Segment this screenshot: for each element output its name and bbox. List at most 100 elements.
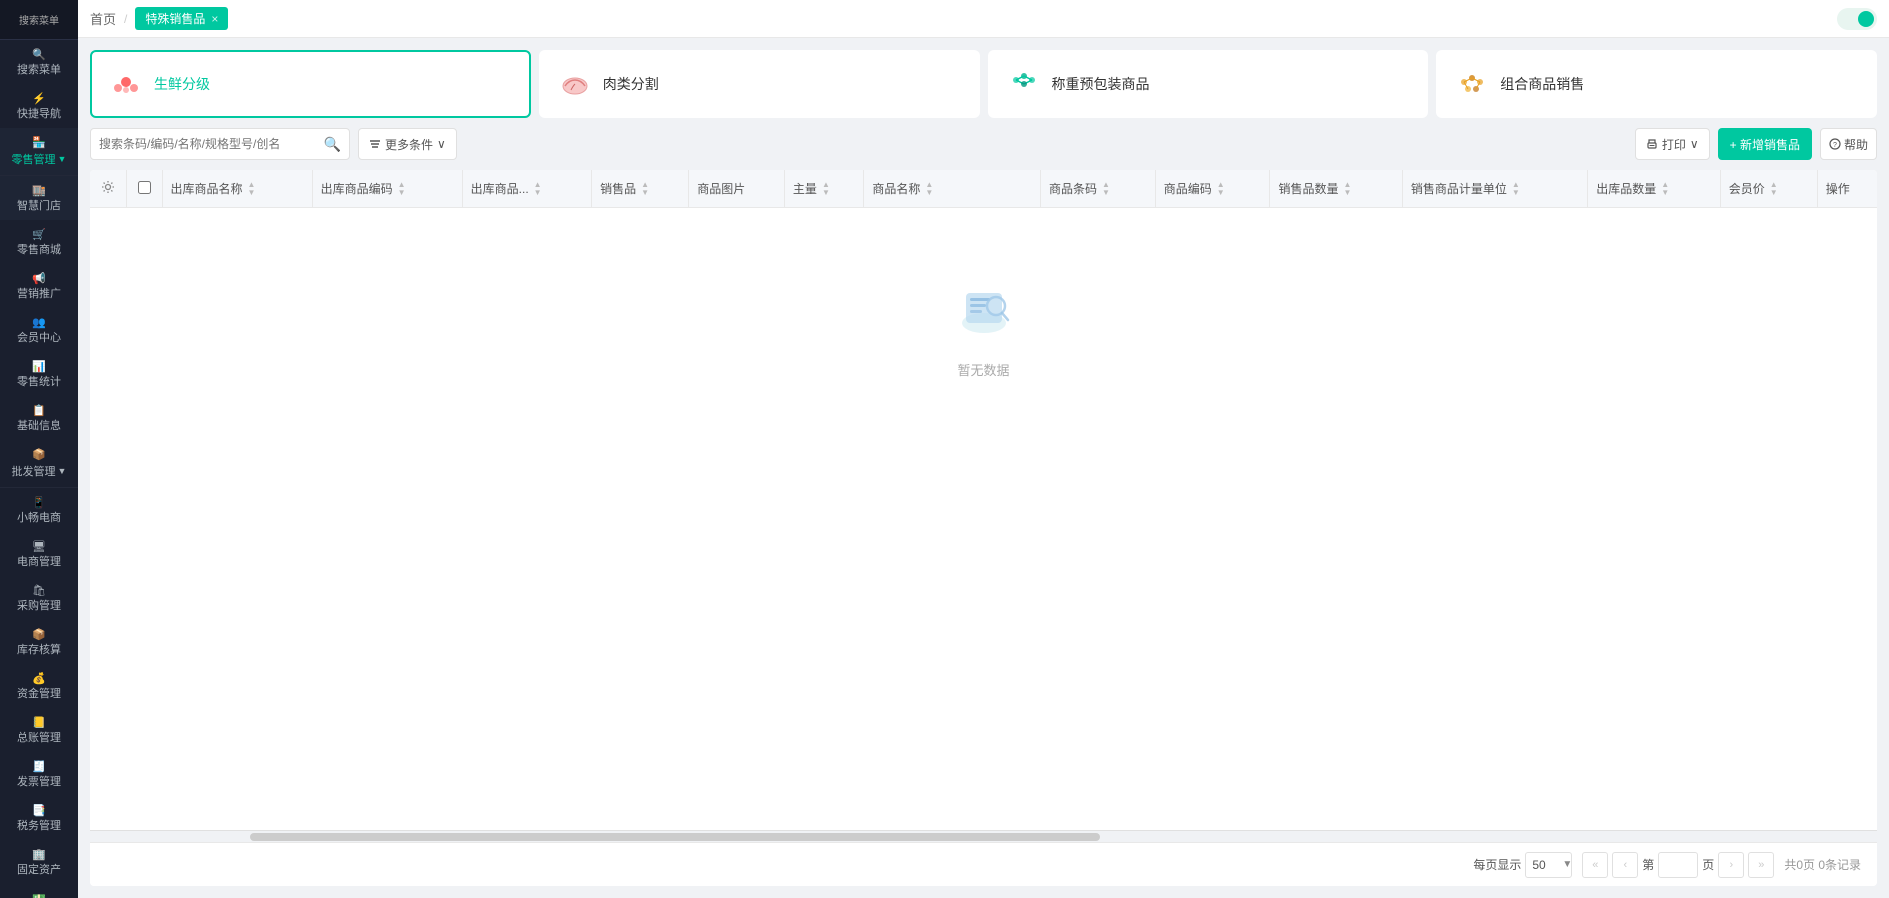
sidebar-item-inventory[interactable]: 📦 库存核算 [0, 620, 78, 664]
sidebar-item-finance[interactable]: 💰 资金管理 [0, 664, 78, 708]
active-tab-badge[interactable]: 特殊销售品 × [135, 7, 228, 30]
first-page-button[interactable]: « [1582, 852, 1608, 878]
tab-weight-package-label: 称重预包装商品 [1052, 74, 1150, 94]
sidebar-item-basic-info[interactable]: 📋 基础信息 [0, 396, 78, 440]
sidebar-item-wholesale-mgmt-label: 批发管理▼ [12, 463, 67, 479]
per-page-dropdown[interactable]: 20 50 100 [1525, 852, 1572, 878]
sidebar-item-retail-mgmt[interactable]: 🏪 零售管理▼ [0, 128, 78, 176]
table-wrapper: 出库商品名称 ▲▼ 出库商品编码 ▲▼ [90, 170, 1877, 886]
th-product-name[interactable]: 商品名称 ▲▼ [864, 170, 1041, 208]
sidebar-item-quick-nav[interactable]: ⚡ 快捷导航 [0, 84, 78, 128]
toggle-thumb [1858, 11, 1874, 27]
new-sales-product-button[interactable]: + 新增销售品 [1718, 128, 1812, 160]
th-main-unit[interactable]: 主量 ▲▼ [784, 170, 863, 208]
sidebar-item-marketing[interactable]: 📢 营销推广 [0, 264, 78, 308]
fresh-grade-icon [108, 66, 144, 102]
sort-out-product-name-icon[interactable]: ▲▼ [248, 181, 256, 197]
print-button[interactable]: 打印 ∨ [1635, 128, 1710, 160]
th-out-product-name[interactable]: 出库商品名称 ▲▼ [162, 170, 312, 208]
select-all-checkbox[interactable] [138, 181, 151, 194]
sidebar-item-search-menu[interactable]: 🔍 搜索菜单 [0, 40, 78, 84]
tax-mgmt-icon: 📑 [32, 804, 46, 817]
th-product-code[interactable]: 商品编码 ▲▼ [1155, 170, 1270, 208]
th-out-product-code[interactable]: 出库商品编码 ▲▼ [312, 170, 462, 208]
sidebar-item-ecommerce-mgmt[interactable]: 🖥 电商管理 [0, 532, 78, 576]
th-out-quantity[interactable]: 出库品数量 ▲▼ [1588, 170, 1720, 208]
sidebar-item-marketing-label: 营销推广 [17, 285, 61, 301]
sidebar-item-smart-store[interactable]: 🏬 智慧门店 [0, 176, 78, 220]
sort-product-barcode-icon[interactable]: ▲▼ [1102, 181, 1110, 197]
sort-out-product-code-icon[interactable]: ▲▼ [398, 181, 406, 197]
next-page-button[interactable]: › [1718, 852, 1744, 878]
sidebar-item-search-menu-label: 搜索菜单 [17, 61, 61, 77]
help-button[interactable]: ? 帮助 [1820, 128, 1877, 160]
th-product-barcode[interactable]: 商品条码 ▲▼ [1041, 170, 1156, 208]
pagination-bar: 每页显示 20 50 100 ▼ « ‹ 第 1 页 › [90, 842, 1877, 886]
tab-combo-product[interactable]: 组合商品销售 [1436, 50, 1877, 118]
sidebar-item-fixed-assets[interactable]: 🏢 固定资产 [0, 840, 78, 884]
th-sales-product[interactable]: 销售品 ▲▼ [592, 170, 689, 208]
new-btn-label: + 新增销售品 [1730, 136, 1800, 153]
search-icon[interactable]: 🔍 [324, 136, 341, 153]
sidebar-item-basic-info-label: 基础信息 [17, 417, 61, 433]
last-page-button[interactable]: » [1748, 852, 1774, 878]
tab-fresh-grade-label: 生鲜分级 [154, 74, 210, 94]
ecommerce-mgmt-icon: 🖥 [32, 540, 46, 553]
search-input[interactable] [99, 137, 318, 151]
sort-sales-unit-icon[interactable]: ▲▼ [1512, 181, 1520, 197]
close-tab-icon[interactable]: × [211, 12, 218, 26]
sort-out-product-spec-icon[interactable]: ▲▼ [534, 181, 542, 197]
sort-member-price-icon[interactable]: ▲▼ [1770, 181, 1778, 197]
sort-product-code-icon[interactable]: ▲▼ [1217, 181, 1225, 197]
th-out-product-spec[interactable]: 出库商品... ▲▼ [462, 170, 591, 208]
svg-text:?: ? [1833, 142, 1837, 149]
sort-main-unit-icon[interactable]: ▲▼ [822, 181, 830, 197]
mini-ecommerce-icon: 📱 [32, 496, 46, 509]
weight-package-icon [1006, 66, 1042, 102]
marketing-icon: 📢 [32, 272, 46, 285]
toggle-switch-icon[interactable] [1837, 8, 1877, 30]
sidebar-item-member-center[interactable]: 👥 会员中心 [0, 308, 78, 352]
th-out-product-name-label: 出库商品名称 [171, 180, 243, 197]
th-checkbox[interactable] [126, 170, 162, 208]
th-sales-unit[interactable]: 销售商品计量单位 ▲▼ [1402, 170, 1587, 208]
tab-weight-package[interactable]: 称重预包装商品 [988, 50, 1429, 118]
th-product-code-label: 商品编码 [1164, 180, 1212, 197]
sidebar-item-purchase-mgmt[interactable]: 🛍 采购管理 [0, 576, 78, 620]
filter-button[interactable]: 更多条件 ∨ [358, 128, 457, 160]
sidebar-item-hr[interactable]: 💵 工资 [0, 884, 78, 898]
sidebar-item-tax-mgmt[interactable]: 📑 税务管理 [0, 796, 78, 840]
sidebar-item-retail-stats-label: 零售统计 [17, 373, 61, 389]
sidebar-item-retail-mall-label: 零售商城 [17, 241, 61, 257]
prev-page-button[interactable]: ‹ [1612, 852, 1638, 878]
th-settings[interactable] [90, 170, 126, 208]
tab-fresh-grade[interactable]: 生鲜分级 [90, 50, 531, 118]
search-menu-icon: 🔍 [32, 48, 46, 61]
sort-product-name-icon[interactable]: ▲▼ [925, 181, 933, 197]
sidebar-item-general-ledger[interactable]: 📒 总账管理 [0, 708, 78, 752]
table-scroll[interactable]: 出库商品名称 ▲▼ 出库商品编码 ▲▼ [90, 170, 1877, 830]
search-box[interactable]: 🔍 [90, 128, 350, 160]
column-settings-icon[interactable] [101, 180, 115, 194]
sort-sales-product-icon[interactable]: ▲▼ [641, 181, 649, 197]
sidebar-item-invoice-mgmt[interactable]: 🧾 发票管理 [0, 752, 78, 796]
scrollbar-thumb[interactable] [250, 833, 1100, 841]
sidebar-item-member-center-label: 会员中心 [17, 329, 61, 345]
tab-meat-cut[interactable]: 肉类分割 [539, 50, 980, 118]
breadcrumb-home[interactable]: 首页 [90, 9, 116, 28]
active-tab-label: 特殊销售品 [145, 10, 205, 27]
th-sales-quantity[interactable]: 销售品数量 ▲▼ [1270, 170, 1402, 208]
sidebar-item-retail-mall[interactable]: 🛒 零售商城 [0, 220, 78, 264]
page-number-input[interactable]: 1 [1658, 852, 1698, 878]
sidebar-item-mini-ecommerce[interactable]: 📱 小畅电商 [0, 488, 78, 532]
retail-stats-icon: 📊 [32, 360, 46, 373]
sidebar-item-retail-stats[interactable]: 📊 零售统计 [0, 352, 78, 396]
th-member-price[interactable]: 会员价 ▲▼ [1720, 170, 1817, 208]
sort-sales-quantity-icon[interactable]: ▲▼ [1343, 181, 1351, 197]
fixed-assets-icon: 🏢 [32, 848, 46, 861]
print-icon [1646, 138, 1658, 150]
sidebar-item-wholesale-mgmt[interactable]: 📦 批发管理▼ [0, 440, 78, 488]
th-member-price-label: 会员价 [1729, 180, 1765, 197]
sort-out-quantity-icon[interactable]: ▲▼ [1661, 181, 1669, 197]
horizontal-scrollbar[interactable] [90, 830, 1877, 842]
